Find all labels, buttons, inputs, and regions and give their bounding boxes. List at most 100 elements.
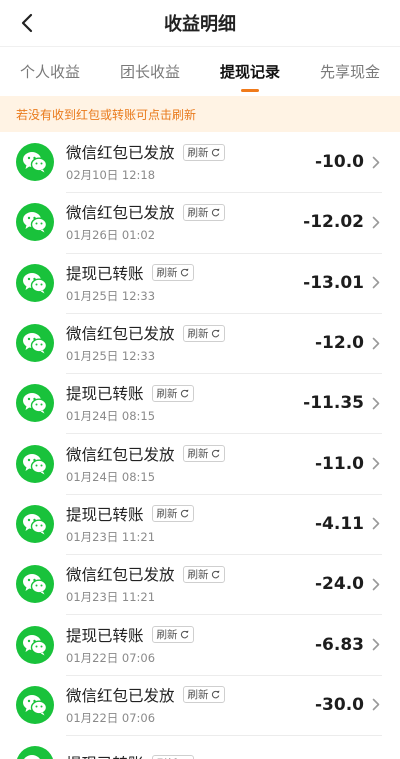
refresh-button[interactable]: 刷新 [182,565,225,583]
active-tab-indicator [241,89,259,92]
tab-label: 先享现金 [319,63,380,81]
tab-personal-earnings[interactable]: 个人收益 [0,47,100,96]
record-amount: -6.83 [315,634,364,655]
record-title: 微信红包已发放 [66,325,175,344]
record-info: 微信红包已发放 刷新 01月26日 01:02 [66,201,303,243]
wechat-avatar [16,444,54,483]
tab-bar: 个人收益 团长收益 提现记录 先享现金 [0,46,400,96]
record-info: 微信红包已发放 刷新 01月24日 08:15 [66,443,315,485]
record-row[interactable]: 微信红包已发放 刷新 01月25日 12:33 -12.0 [0,312,400,373]
tab-leader-earnings[interactable]: 团长收益 [100,47,200,96]
record-row[interactable]: 微信红包已发放 刷新 01月22日 07:06 -30.0 [0,674,400,735]
refresh-icon [180,389,188,398]
record-row[interactable]: 微信红包已发放 刷新 01月23日 11:21 -24.0 [0,554,400,614]
refresh-button[interactable]: 刷新 [151,384,194,402]
wechat-avatar [16,685,54,724]
record-amount: -10.0 [315,152,364,173]
refresh-icon [180,630,188,639]
record-row[interactable]: 微信红包已发放 刷新 01月24日 08:15 -11.0 [0,433,400,493]
refresh-notice: 若没有收到红包或转账可点击刷新 [0,96,400,132]
record-row[interactable]: 提现已转账 刷新 01月22日 07:06 -6.83 [0,614,400,674]
record-info: 提现已转账 刷新 01月24日 08:15 [66,382,303,424]
record-time: 01月22日 07:06 [66,650,156,665]
record-title: 提现已转账 [66,385,144,404]
record-time: 01月26日 01:02 [66,228,156,243]
page-title: 收益明细 [164,14,236,35]
record-info: 提现已转账 刷新 01月22日 07:06 [66,624,315,666]
record-row[interactable]: 微信红包已发放 刷新 02月10日 12:18 -10.0 [0,132,400,192]
withdrawal-list: 微信红包已发放 刷新 02月10日 12:18 -10.0 微信红包已发放 刷新… [0,132,400,759]
record-title: 微信红包已发放 [66,144,175,163]
record-row[interactable]: 提现已转账 刷新 01月25日 12:33 -13.01 [0,252,400,313]
chevron-right-icon [372,276,382,290]
wechat-icon [23,333,48,354]
wechat-avatar [16,263,54,302]
refresh-button[interactable]: 刷新 [182,203,225,221]
record-amount: -4.11 [315,513,364,534]
refresh-label: 刷新 [187,568,209,581]
chevron-right-icon [372,457,382,471]
record-title: 微信红包已发放 [66,566,175,585]
refresh-button[interactable]: 刷新 [151,264,194,282]
refresh-icon [211,329,219,337]
refresh-button[interactable]: 刷新 [182,445,225,463]
record-info: 微信红包已发放 刷新 01月23日 11:21 [66,563,315,605]
tab-advance-cash[interactable]: 先享现金 [300,47,400,96]
record-title: 微信红包已发放 [66,686,175,705]
chevron-left-icon [21,13,33,33]
wechat-avatar [16,565,54,604]
back-button[interactable] [12,8,42,38]
refresh-icon [180,510,188,518]
wechat-icon [23,453,48,475]
record-info: 微信红包已发放 刷新 02月10日 12:18 [66,141,315,183]
refresh-label: 刷新 [187,327,209,340]
tab-withdrawal-records[interactable]: 提现记录 [200,47,300,96]
chevron-right-icon [372,215,382,229]
record-row[interactable]: 微信红包已发放 刷新 01月26日 01:02 -12.02 [0,192,400,252]
record-time: 01月22日 07:06 [66,710,156,725]
record-row[interactable]: 提现已转账 刷新 01月24日 08:15 -11.35 [0,373,400,433]
record-row[interactable]: 提现已转账 刷新 01月23日 11:21 -4.11 [0,493,400,554]
record-info: 微信红包已发放 刷新 01月22日 07:06 [66,684,315,726]
refresh-label: 刷新 [187,448,209,461]
record-info: 微信红包已发放 刷新 01月25日 12:33 [66,322,315,364]
top-bar: 收益明细 [0,0,400,46]
refresh-label: 刷新 [156,267,178,280]
wechat-icon [23,152,48,173]
chevron-right-icon [372,155,382,169]
wechat-icon [23,634,48,656]
record-title: 提现已转账 [66,505,144,524]
record-title: 微信红包已发放 [66,204,175,223]
record-amount: -11.35 [303,393,364,414]
record-time: 01月25日 12:33 [66,288,156,303]
wechat-avatar [16,324,54,363]
record-info: 提现已转账 刷新 [66,752,364,759]
record-info: 提现已转账 刷新 01月23日 11:21 [66,503,315,545]
wechat-avatar [16,504,54,543]
refresh-icon [180,268,188,277]
wechat-icon [23,694,48,716]
wechat-icon [24,755,40,759]
chevron-right-icon [372,698,382,712]
wechat-icon [23,212,48,233]
refresh-button[interactable]: 刷新 [182,143,225,161]
wechat-icon [23,272,48,294]
refresh-label: 刷新 [156,387,178,400]
record-amount: -12.02 [303,212,364,233]
refresh-button[interactable]: 刷新 [182,686,225,704]
refresh-button[interactable]: 刷新 [151,505,194,523]
refresh-label: 刷新 [187,689,209,702]
record-amount: -30.0 [315,694,364,715]
refresh-button[interactable]: 刷新 [151,626,194,644]
refresh-button[interactable]: 刷新 [151,754,194,759]
record-amount: -24.0 [315,574,364,595]
refresh-icon [211,691,219,699]
refresh-button[interactable]: 刷新 [182,324,225,342]
record-title: 提现已转账 [66,752,144,759]
refresh-icon [211,148,219,157]
wechat-icon [23,513,48,535]
record-row[interactable]: 提现已转账 刷新 [0,734,400,759]
refresh-label: 刷新 [156,508,178,521]
record-title: 提现已转账 [66,264,144,283]
wechat-avatar [16,143,54,182]
